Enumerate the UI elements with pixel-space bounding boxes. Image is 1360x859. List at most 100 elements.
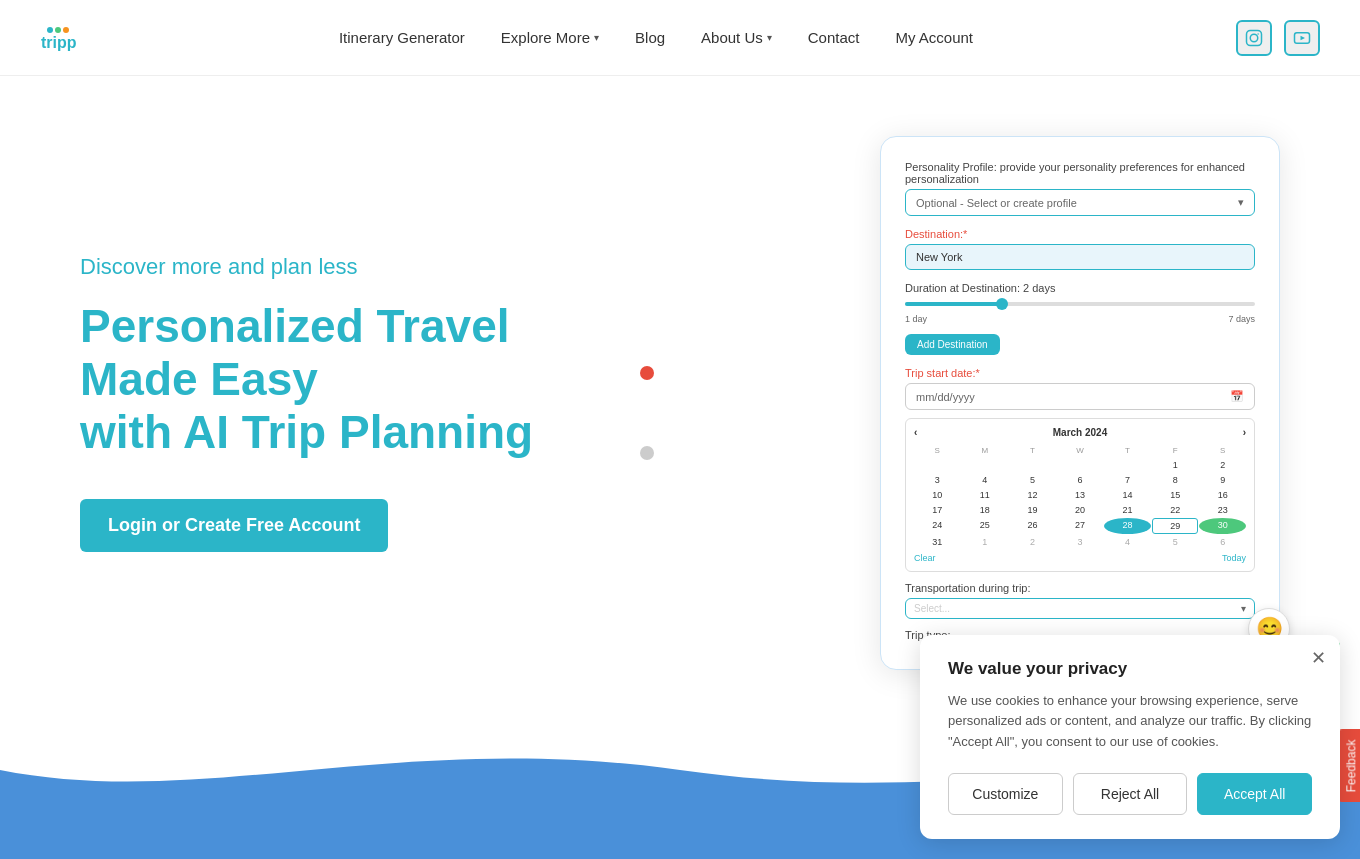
hero-tagline: Discover more and plan less — [80, 254, 600, 280]
logo[interactable]: tripper — [40, 20, 76, 56]
instagram-button[interactable] — [1236, 20, 1272, 56]
youtube-icon — [1293, 29, 1311, 47]
cal-day[interactable]: 8 — [1152, 473, 1199, 487]
transport-chevron: ▾ — [1241, 603, 1246, 614]
cal-day[interactable]: 2 — [1009, 535, 1056, 549]
cal-day-selected[interactable]: 28 — [1104, 518, 1151, 534]
prev-month-btn[interactable]: ‹ — [914, 427, 917, 438]
cal-day[interactable]: 15 — [1152, 488, 1199, 502]
hero-screenshot: Personality Profile: provide your person… — [880, 136, 1280, 670]
cal-day[interactable]: 31 — [914, 535, 961, 549]
cookie-title: We value your privacy — [948, 659, 1312, 679]
cal-day[interactable]: 12 — [1009, 488, 1056, 502]
nav-itinerary-generator[interactable]: Itinerary Generator — [339, 29, 465, 46]
cal-day[interactable]: 4 — [962, 473, 1009, 487]
cal-day[interactable]: 22 — [1152, 503, 1199, 517]
explore-more-chevron: ▾ — [594, 32, 599, 43]
nav-about-us[interactable]: About Us ▾ — [701, 29, 772, 46]
cal-day[interactable]: 19 — [1009, 503, 1056, 517]
personality-chevron: ▾ — [1238, 196, 1244, 209]
cookie-close-button[interactable]: ✕ — [1311, 647, 1326, 669]
cal-today-btn[interactable]: Today — [1222, 553, 1246, 563]
personality-select[interactable]: Optional - Select or create profile ▾ — [905, 189, 1255, 216]
cal-day[interactable]: 26 — [1009, 518, 1056, 534]
accept-all-button[interactable]: Accept All — [1197, 773, 1312, 815]
calendar-footer: Clear Today — [914, 553, 1246, 563]
cal-day[interactable]: 7 — [1104, 473, 1151, 487]
cal-day-today[interactable]: 29 — [1152, 518, 1199, 534]
cal-day[interactable]: 11 — [962, 488, 1009, 502]
duration-slider[interactable] — [905, 302, 1255, 306]
svg-marker-8 — [1300, 35, 1305, 40]
nav-contact[interactable]: Contact — [808, 29, 860, 46]
nav-explore-more[interactable]: Explore More ▾ — [501, 29, 599, 46]
svg-point-1 — [55, 27, 61, 33]
transport-label: Transportation during trip: — [905, 582, 1255, 594]
cal-day[interactable] — [1057, 458, 1104, 472]
cookie-buttons: Customize Reject All Accept All — [948, 773, 1312, 815]
svg-point-6 — [1257, 33, 1259, 35]
cal-day[interactable]: 25 — [962, 518, 1009, 534]
destination-input[interactable]: New York — [905, 244, 1255, 270]
cal-day[interactable]: 1 — [962, 535, 1009, 549]
cal-day[interactable]: 1 — [1152, 458, 1199, 472]
calendar-widget[interactable]: ‹ March 2024 › S M T W T F S — [905, 418, 1255, 572]
reject-all-button[interactable]: Reject All — [1073, 773, 1188, 815]
cal-day[interactable]: 6 — [1199, 535, 1246, 549]
cal-clear-btn[interactable]: Clear — [914, 553, 936, 563]
cal-day[interactable] — [1009, 458, 1056, 472]
cal-day[interactable]: 5 — [1009, 473, 1056, 487]
nav-my-account[interactable]: My Account — [895, 29, 973, 46]
cal-day[interactable]: 2 — [1199, 458, 1246, 472]
cal-day[interactable]: 24 — [914, 518, 961, 534]
feedback-tab[interactable]: Feedback — [1339, 730, 1360, 803]
cal-day[interactable]: 5 — [1152, 535, 1199, 549]
cal-day[interactable]: 20 — [1057, 503, 1104, 517]
next-month-btn[interactable]: › — [1243, 427, 1246, 438]
cta-button[interactable]: Login or Create Free Account — [80, 499, 388, 552]
date-input[interactable]: mm/dd/yyyy 📅 — [905, 383, 1255, 410]
cal-day[interactable]: 4 — [1104, 535, 1151, 549]
logo-icon: tripper — [40, 20, 76, 56]
add-destination-btn[interactable]: Add Destination — [905, 334, 1000, 355]
cal-day[interactable]: 14 — [1104, 488, 1151, 502]
cal-day[interactable]: 18 — [962, 503, 1009, 517]
circle-gray — [640, 446, 654, 460]
circle-red — [640, 366, 654, 380]
svg-point-5 — [1250, 34, 1258, 42]
svg-text:tripper: tripper — [41, 34, 76, 51]
trip-start-label: Trip start date:* — [905, 367, 1255, 379]
cal-day[interactable]: 13 — [1057, 488, 1104, 502]
svg-point-2 — [63, 27, 69, 33]
youtube-button[interactable] — [1284, 20, 1320, 56]
cal-day[interactable]: 27 — [1057, 518, 1104, 534]
svg-rect-4 — [1246, 30, 1261, 45]
cal-day[interactable] — [962, 458, 1009, 472]
instagram-icon — [1245, 29, 1263, 47]
calendar-icon: 📅 — [1230, 390, 1244, 403]
destination-label: Destination:* — [905, 228, 1255, 240]
cal-day[interactable]: 17 — [914, 503, 961, 517]
cal-day[interactable]: 30 — [1199, 518, 1246, 534]
cookie-body: We use cookies to enhance your browsing … — [948, 691, 1312, 753]
cookie-banner: ✕ We value your privacy We use cookies t… — [920, 635, 1340, 839]
cal-day[interactable]: 21 — [1104, 503, 1151, 517]
nav-blog[interactable]: Blog — [635, 29, 665, 46]
svg-point-0 — [47, 27, 53, 33]
cal-day[interactable]: 3 — [1057, 535, 1104, 549]
cal-day[interactable]: 16 — [1199, 488, 1246, 502]
cal-day[interactable]: 3 — [914, 473, 961, 487]
cal-day[interactable] — [914, 458, 961, 472]
nav-social-icons — [1236, 20, 1320, 56]
cal-day[interactable]: 9 — [1199, 473, 1246, 487]
transport-select[interactable]: Select... ▾ — [905, 598, 1255, 619]
cal-day[interactable]: 23 — [1199, 503, 1246, 517]
cal-day[interactable] — [1104, 458, 1151, 472]
slider-thumb — [996, 298, 1008, 310]
customize-button[interactable]: Customize — [948, 773, 1063, 815]
slider-fill — [905, 302, 1003, 306]
cal-day[interactable]: 10 — [914, 488, 961, 502]
hero-screenshot-wrapper: Personality Profile: provide your person… — [880, 136, 1280, 670]
calendar-grid: S M T W T F S 1 2 3 4 — [914, 444, 1246, 549]
cal-day[interactable]: 6 — [1057, 473, 1104, 487]
